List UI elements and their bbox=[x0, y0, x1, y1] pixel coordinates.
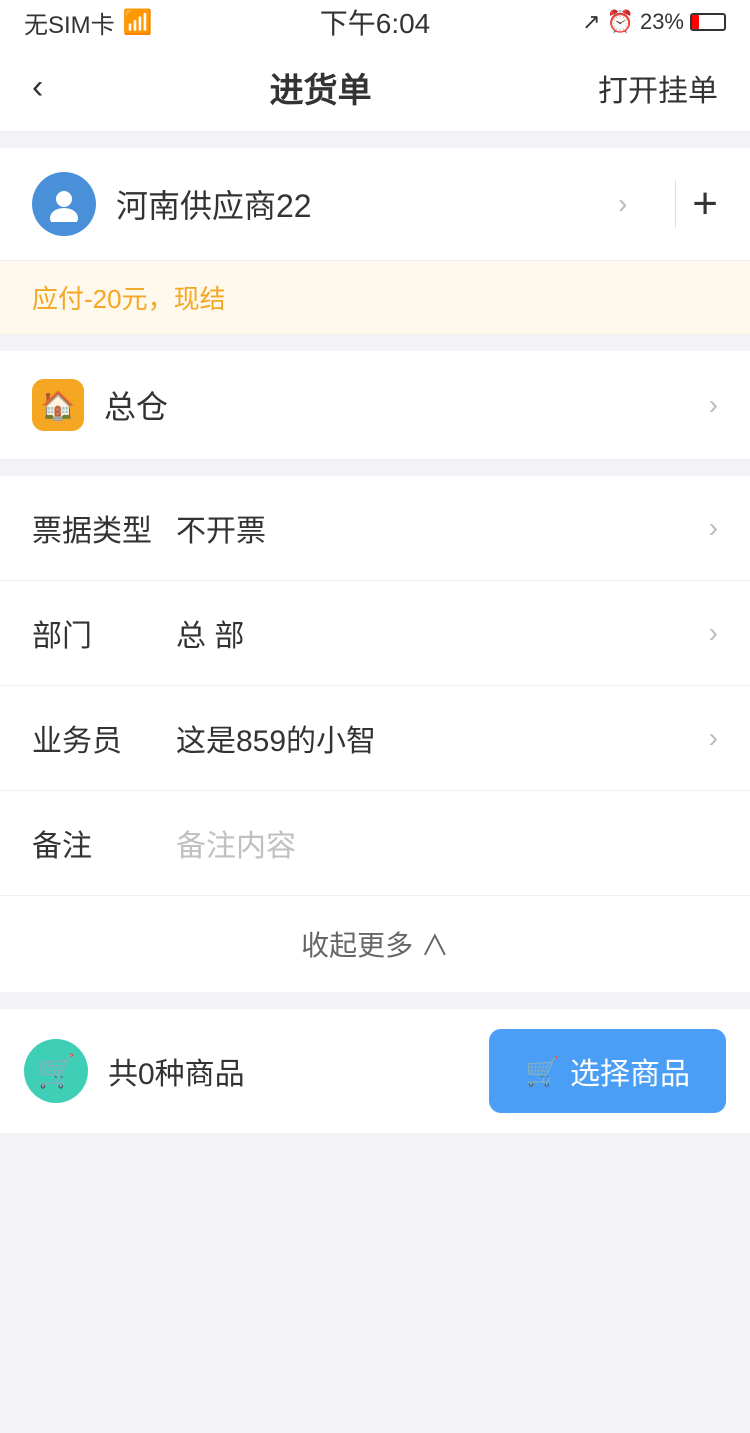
battery-label: 23% bbox=[640, 9, 684, 35]
department-value: 总 部 bbox=[176, 611, 709, 655]
wifi-icon: 📶 bbox=[123, 8, 153, 37]
back-button[interactable]: ‹ bbox=[32, 68, 43, 107]
battery-fill bbox=[692, 15, 699, 29]
nav-title: 进货单 bbox=[270, 63, 372, 112]
alarm-icon: ⏰ bbox=[607, 9, 634, 35]
supplier-row[interactable]: 河南供应商22 › + bbox=[0, 148, 750, 261]
supplier-section: 河南供应商22 › + 应付-20元，现结 bbox=[0, 148, 750, 335]
select-btn-label: 选择商品 bbox=[570, 1049, 690, 1093]
note-label: 备注 bbox=[32, 821, 152, 865]
battery-bar bbox=[690, 13, 726, 31]
salesperson-chevron-icon: › bbox=[709, 722, 718, 754]
product-icon-wrap: 🛒 bbox=[24, 1039, 88, 1103]
product-count-label: 共0种商品 bbox=[108, 1049, 489, 1093]
select-btn-icon: 🛒 bbox=[525, 1055, 560, 1088]
supplier-avatar bbox=[32, 172, 96, 236]
salesperson-row[interactable]: 业务员 这是859的小智 › bbox=[0, 686, 750, 791]
note-placeholder: 备注内容 bbox=[176, 821, 718, 865]
product-bar: 🛒 共0种商品 🛒 选择商品 bbox=[0, 1009, 750, 1133]
section-gap-3 bbox=[0, 460, 750, 476]
invoice-label: 票据类型 bbox=[32, 506, 152, 550]
salesperson-label: 业务员 bbox=[32, 716, 152, 760]
status-time: 下午6:04 bbox=[320, 2, 431, 42]
invoice-value: 不开票 bbox=[176, 506, 709, 550]
warehouse-icon: 🏠 bbox=[41, 389, 76, 422]
body-fill bbox=[0, 1133, 750, 1433]
section-gap-1 bbox=[0, 132, 750, 148]
alert-text: 应付-20元，现结 bbox=[32, 284, 226, 314]
select-product-button[interactable]: 🛒 选择商品 bbox=[489, 1029, 726, 1113]
warehouse-chevron-icon: › bbox=[709, 389, 718, 421]
department-chevron-icon: › bbox=[709, 617, 718, 649]
status-left: 无SIM卡 📶 bbox=[24, 5, 153, 40]
department-label: 部门 bbox=[32, 611, 152, 655]
status-bar: 无SIM卡 📶 下午6:04 ↗ ⏰ 23% bbox=[0, 0, 750, 44]
vertical-divider bbox=[675, 180, 676, 228]
salesperson-value: 这是859的小智 bbox=[176, 716, 709, 760]
warehouse-label: 总仓 bbox=[104, 382, 709, 428]
open-pending-button[interactable]: 打开挂单 bbox=[598, 66, 718, 110]
section-gap-2 bbox=[0, 335, 750, 351]
invoice-row[interactable]: 票据类型 不开票 › bbox=[0, 476, 750, 581]
invoice-chevron-icon: › bbox=[709, 512, 718, 544]
location-icon: ↗ bbox=[582, 9, 600, 35]
collapse-label: 收起更多 ∧ bbox=[301, 924, 449, 964]
supplier-chevron-icon: › bbox=[618, 188, 627, 220]
add-supplier-button[interactable]: + bbox=[692, 182, 718, 226]
person-icon bbox=[46, 186, 82, 222]
status-right: ↗ ⏰ 23% bbox=[582, 9, 726, 35]
alert-row: 应付-20元，现结 bbox=[0, 261, 750, 335]
supplier-name: 河南供应商22 bbox=[116, 181, 618, 227]
warehouse-icon-wrap: 🏠 bbox=[32, 379, 84, 431]
warehouse-row[interactable]: 🏠 总仓 › bbox=[0, 351, 750, 460]
product-cart-icon: 🛒 bbox=[36, 1052, 76, 1090]
warehouse-section: 🏠 总仓 › bbox=[0, 351, 750, 460]
carrier-label: 无SIM卡 bbox=[24, 5, 115, 40]
department-row[interactable]: 部门 总 部 › bbox=[0, 581, 750, 686]
nav-bar: ‹ 进货单 打开挂单 bbox=[0, 44, 750, 132]
note-row[interactable]: 备注 备注内容 bbox=[0, 791, 750, 896]
collapse-row[interactable]: 收起更多 ∧ bbox=[0, 896, 750, 993]
form-section: 票据类型 不开票 › 部门 总 部 › 业务员 这是859的小智 › 备注 备注… bbox=[0, 476, 750, 993]
